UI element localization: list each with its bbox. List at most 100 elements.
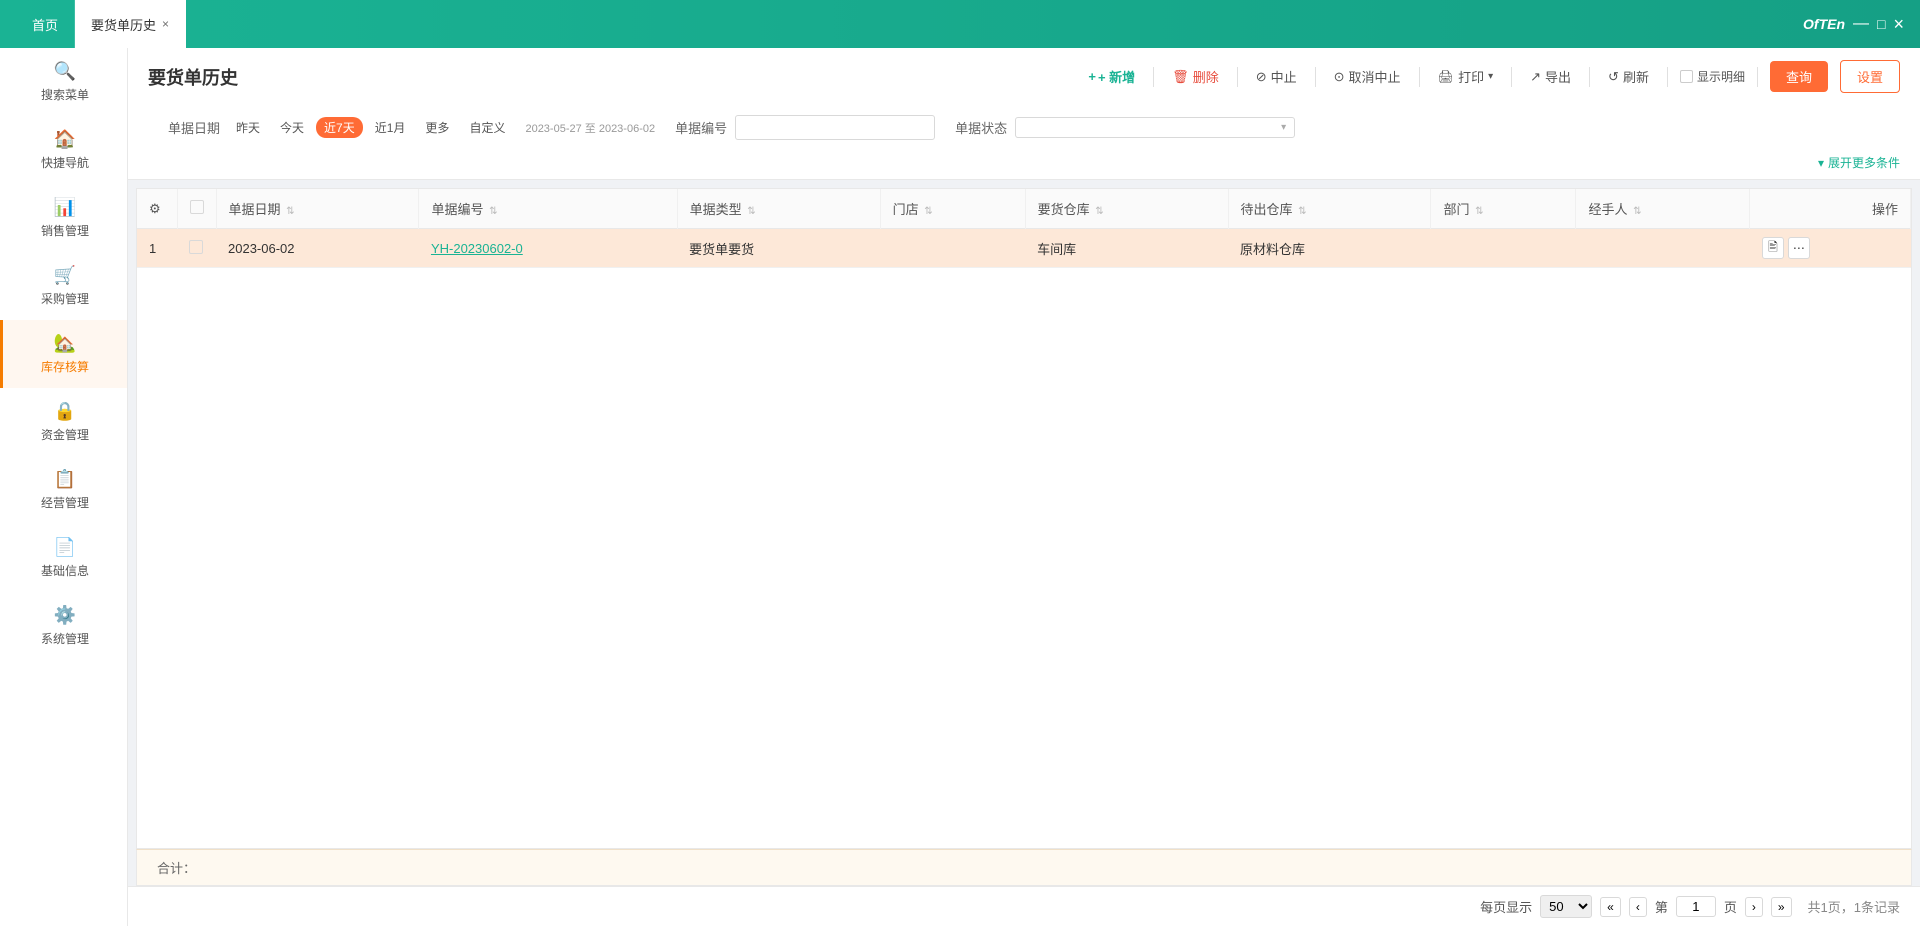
page-title-row: 要货单历史 + + 新增 🗑 删除 ⊘ xyxy=(148,60,1900,93)
sort-doc-type-icon: ⇅ xyxy=(747,206,755,217)
sidebar-item-quick-nav[interactable]: 🏠 快捷导航 xyxy=(0,116,127,184)
sidebar-item-base-info[interactable]: 📄 基础信息 xyxy=(0,524,127,592)
sys-mgmt-icon: ⚙️ xyxy=(54,605,76,626)
status-select[interactable]: ▾ xyxy=(1015,117,1295,138)
summary-row: 合计： xyxy=(136,849,1912,886)
refresh-icon: ↺ xyxy=(1608,69,1619,85)
sort-store-icon: ⇅ xyxy=(924,206,932,217)
th-settings[interactable]: ⚙ xyxy=(137,189,177,229)
maximize-btn[interactable]: □ xyxy=(1877,16,1885,32)
sort-handler-icon: ⇅ xyxy=(1633,206,1641,217)
expand-row: ▾ 展开更多条件 xyxy=(148,150,1900,179)
search-menu-icon: 🔍 xyxy=(54,61,76,82)
divider-6 xyxy=(1589,67,1590,87)
tab-home[interactable]: 首页 xyxy=(16,0,75,48)
print-button[interactable]: 🖨 打印 ▾ xyxy=(1432,63,1500,90)
th-department[interactable]: 部门 ⇅ xyxy=(1431,189,1576,229)
sidebar-item-sales-mgmt[interactable]: 📊 销售管理 xyxy=(0,184,127,252)
new-icon: + xyxy=(1088,69,1096,84)
td-index: 1 xyxy=(137,229,177,268)
brand-label: OfTEn xyxy=(1803,16,1845,32)
td-department xyxy=(1431,229,1576,268)
minimize-btn[interactable]: — xyxy=(1853,15,1869,33)
date-btn-yesterday[interactable]: 昨天 xyxy=(228,117,268,138)
close-btn[interactable]: × xyxy=(1893,14,1904,35)
sidebar-item-operations[interactable]: 📋 经营管理 xyxy=(0,456,127,524)
stop-button[interactable]: ⊘ 中止 xyxy=(1250,63,1303,90)
page-label: 第 xyxy=(1655,897,1668,916)
sales-mgmt-icon: 📊 xyxy=(54,197,76,218)
sort-doc-no-icon: ⇅ xyxy=(489,206,497,217)
th-doc-date[interactable]: 单据日期 ⇅ xyxy=(216,189,419,229)
export-button[interactable]: ↗ 导出 xyxy=(1524,63,1577,90)
th-actions: 操作 xyxy=(1750,189,1911,229)
main-body: 🔍 搜索菜单 🏠 快捷导航 📊 销售管理 🛒 采购管理 🏡 库存核算 🔒 xyxy=(0,48,1920,926)
expand-button[interactable]: ▾ 展开更多条件 xyxy=(1818,154,1900,171)
td-doc-type: 要货单要货 xyxy=(677,229,880,268)
settings-button[interactable]: 设置 xyxy=(1840,60,1900,93)
th-pending-warehouse[interactable]: 待出仓库 ⇅ xyxy=(1228,189,1431,229)
expand-icon: ▾ xyxy=(1818,156,1824,170)
td-doc-no[interactable]: YH-20230602-0 xyxy=(419,229,677,268)
tab-close-icon[interactable]: × xyxy=(162,17,169,31)
row-checkbox[interactable] xyxy=(189,240,203,254)
inventory-icon: 🏡 xyxy=(54,333,76,354)
refresh-button[interactable]: ↺ 刷新 xyxy=(1602,63,1655,90)
table-footer: 每页显示 50 10 20 100 « ‹ 第 页 › » 共1页，1条记录 xyxy=(128,886,1920,926)
th-store[interactable]: 门店 ⇅ xyxy=(880,189,1025,229)
th-doc-type[interactable]: 单据类型 ⇅ xyxy=(677,189,880,229)
per-page-select[interactable]: 50 10 20 100 xyxy=(1540,895,1592,918)
query-button[interactable]: 查询 xyxy=(1770,61,1828,92)
sidebar-item-label: 库存核算 xyxy=(41,358,89,375)
divider-1 xyxy=(1153,67,1154,87)
sort-doc-date-icon: ⇅ xyxy=(286,206,294,217)
page-title: 要货单历史 xyxy=(148,64,238,90)
divider-7 xyxy=(1667,67,1668,87)
sidebar-item-finance[interactable]: 🔒 资金管理 xyxy=(0,388,127,456)
date-btn-today[interactable]: 今天 xyxy=(272,117,312,138)
sidebar-item-search-menu[interactable]: 🔍 搜索菜单 xyxy=(0,48,127,116)
tab-requisition-history[interactable]: 要货单历史 × xyxy=(75,0,186,48)
status-dropdown-icon: ▾ xyxy=(1281,122,1286,133)
date-btn-custom[interactable]: 自定义 xyxy=(461,117,513,138)
row-more-icon[interactable]: ⋯ xyxy=(1788,237,1810,259)
doc-no-link[interactable]: YH-20230602-0 xyxy=(431,241,523,256)
td-checkbox[interactable] xyxy=(177,229,216,268)
row-view-icon[interactable]: 🖹 xyxy=(1762,237,1784,259)
page-suffix: 页 xyxy=(1724,897,1737,916)
th-handler[interactable]: 经手人 ⇅ xyxy=(1576,189,1750,229)
display-fine-toggle[interactable]: 显示明细 xyxy=(1680,68,1745,85)
sidebar-item-purchase-mgmt[interactable]: 🛒 采购管理 xyxy=(0,252,127,320)
doc-no-filter-group: 单据编号 xyxy=(675,115,935,140)
window-controls: OfTEn — □ × xyxy=(1803,14,1904,35)
sidebar: 🔍 搜索菜单 🏠 快捷导航 📊 销售管理 🛒 采购管理 🏡 库存核算 🔒 xyxy=(0,48,128,926)
delete-button[interactable]: 🗑 删除 xyxy=(1166,63,1225,90)
status-filter-group: 单据状态 ▾ xyxy=(955,117,1295,138)
sidebar-item-sys-mgmt[interactable]: ⚙️ 系统管理 xyxy=(0,592,127,660)
new-button[interactable]: + + 新增 xyxy=(1082,63,1141,90)
date-btn-more[interactable]: 更多 xyxy=(417,117,457,138)
th-checkbox[interactable] xyxy=(177,189,216,229)
page-input[interactable] xyxy=(1676,896,1716,917)
display-fine-checkbox[interactable] xyxy=(1680,70,1693,83)
doc-no-input[interactable] xyxy=(735,115,935,140)
th-req-warehouse[interactable]: 要货仓库 ⇅ xyxy=(1025,189,1228,229)
date-btn-7days[interactable]: 近7天 xyxy=(316,117,363,138)
date-btn-1month[interactable]: 近1月 xyxy=(367,117,414,138)
stop-icon: ⊘ xyxy=(1256,69,1267,85)
td-req-warehouse: 车间库 xyxy=(1025,229,1228,268)
total-info: 共1页，1条记录 xyxy=(1808,897,1900,916)
cancel-stop-button[interactable]: ⊙ 取消中止 xyxy=(1328,63,1407,90)
first-page-button[interactable]: « xyxy=(1600,897,1621,917)
toolbar: + + 新增 🗑 删除 ⊘ 中止 xyxy=(1082,60,1900,93)
last-page-button[interactable]: » xyxy=(1771,897,1792,917)
next-page-button[interactable]: › xyxy=(1745,897,1763,917)
th-doc-no[interactable]: 单据编号 ⇅ xyxy=(419,189,677,229)
prev-page-button[interactable]: ‹ xyxy=(1629,897,1647,917)
status-label: 单据状态 xyxy=(955,118,1007,137)
select-all-checkbox[interactable] xyxy=(190,200,204,214)
sidebar-item-label: 基础信息 xyxy=(41,562,89,579)
sort-department-icon: ⇅ xyxy=(1475,206,1483,217)
sort-pending-warehouse-icon: ⇅ xyxy=(1298,206,1306,217)
sidebar-item-inventory[interactable]: 🏡 库存核算 xyxy=(0,320,127,388)
